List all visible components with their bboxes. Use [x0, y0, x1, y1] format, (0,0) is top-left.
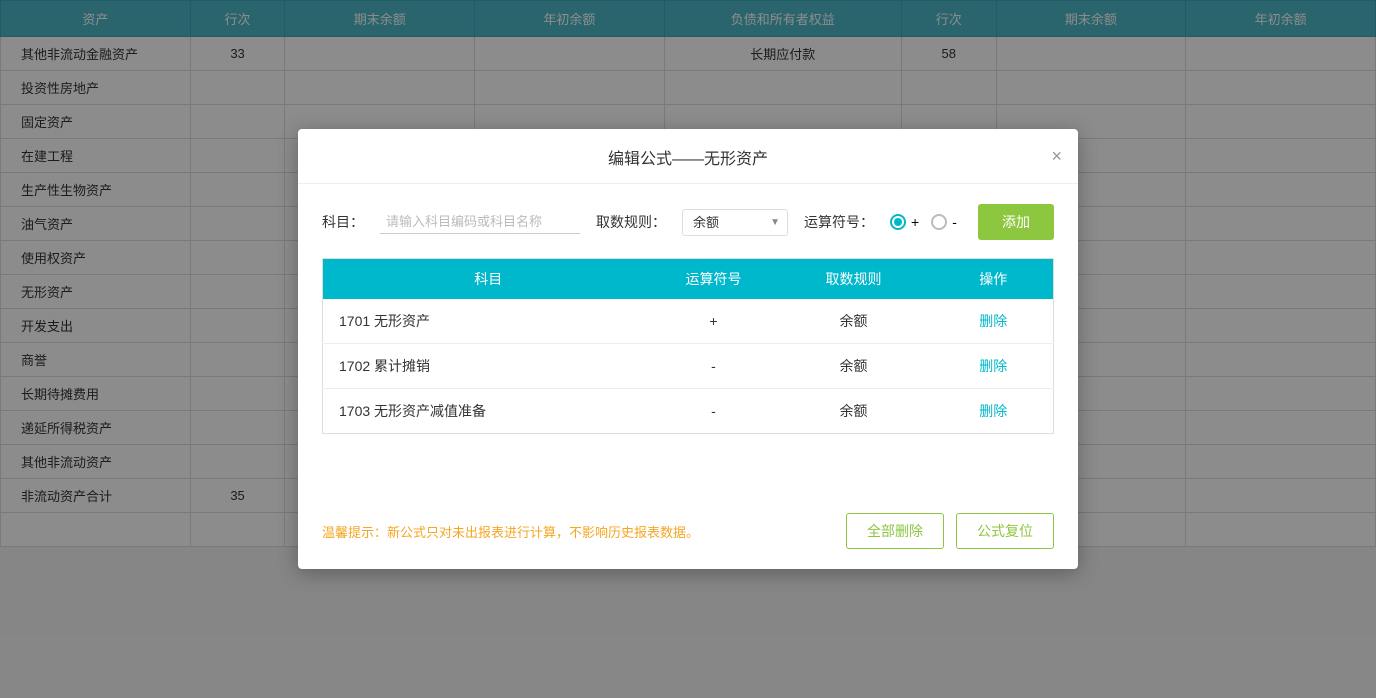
operator-minus-radio[interactable]: - [931, 214, 957, 230]
footer-buttons: 全部删除 公式复位 [846, 513, 1054, 549]
operator-label: 运算符号： [804, 212, 874, 232]
footer-tip: 温馨提示：新公式只对未出报表进行计算，不影响历史报表数据。 [322, 522, 699, 541]
page-container: 资产 行次 期末余额 年初余额 负债和所有者权益 行次 期末余额 年初余额 其他… [0, 0, 1376, 698]
modal-dialog: 编辑公式——无形资产 × 科目： 取数规则： 余额借方贷方借方发生额贷方发生额 … [298, 129, 1078, 569]
cell-subject: 1702 累计摊销 [323, 344, 654, 389]
modal-close-button[interactable]: × [1051, 147, 1062, 165]
modal-header: 编辑公式——无形资产 × [298, 129, 1078, 184]
table-header-subject: 科目 [323, 259, 654, 300]
table-row: 1701 无形资产+余额 删除 [323, 299, 1054, 344]
table-row: 1703 无形资产减值准备-余额 删除 [323, 389, 1054, 434]
delete-all-button[interactable]: 全部删除 [846, 513, 944, 549]
modal-title: 编辑公式——无形资产 [608, 151, 768, 168]
operator-plus-radio[interactable]: + [890, 214, 919, 230]
cell-subject: 1703 无形资产减值准备 [323, 389, 654, 434]
cell-rule: 余额 [774, 389, 934, 434]
cell-rule: 余额 [774, 344, 934, 389]
cell-operator: - [654, 389, 774, 434]
form-row: 科目： 取数规则： 余额借方贷方借方发生额贷方发生额 ▼ 运算符号： + [322, 204, 1054, 240]
rule-label: 取数规则： [596, 212, 666, 232]
table-header-action: 操作 [934, 259, 1054, 300]
formula-table: 科目 运算符号 取数规则 操作 1701 无形资产+余额删除1702 累计摊销-… [322, 258, 1054, 434]
table-header-rule: 取数规则 [774, 259, 934, 300]
modal-footer: 温馨提示：新公式只对未出报表进行计算，不影响历史报表数据。 全部删除 公式复位 [298, 501, 1078, 569]
subject-input[interactable] [380, 210, 580, 234]
cell-action: 删除 [934, 299, 1054, 344]
rule-select-wrapper: 余额借方贷方借方发生额贷方发生额 ▼ [682, 209, 788, 236]
radio-plus-indicator [890, 214, 906, 230]
operator-radio-group: + - [890, 214, 957, 230]
radio-minus-indicator [931, 214, 947, 230]
reset-button[interactable]: 公式复位 [956, 513, 1054, 549]
delete-button[interactable]: 删除 [979, 358, 1007, 374]
modal-overlay: 编辑公式——无形资产 × 科目： 取数规则： 余额借方贷方借方发生额贷方发生额 … [0, 0, 1376, 698]
table-row: 1702 累计摊销-余额 删除 [323, 344, 1054, 389]
cell-action: 删除 [934, 389, 1054, 434]
subject-label: 科目： [322, 212, 364, 232]
cell-operator: + [654, 299, 774, 344]
cell-action: 删除 [934, 344, 1054, 389]
delete-button[interactable]: 删除 [979, 403, 1007, 419]
rule-select[interactable]: 余额借方贷方借方发生额贷方发生额 [682, 209, 788, 236]
operator-plus-label: + [911, 214, 919, 230]
table-header-operator: 运算符号 [654, 259, 774, 300]
delete-button[interactable]: 删除 [979, 313, 1007, 329]
cell-rule: 余额 [774, 299, 934, 344]
modal-body: 科目： 取数规则： 余额借方贷方借方发生额贷方发生额 ▼ 运算符号： + [298, 184, 1078, 501]
operator-minus-label: - [952, 214, 957, 230]
cell-operator: - [654, 344, 774, 389]
cell-subject: 1701 无形资产 [323, 299, 654, 344]
add-button[interactable]: 添加 [978, 204, 1054, 240]
